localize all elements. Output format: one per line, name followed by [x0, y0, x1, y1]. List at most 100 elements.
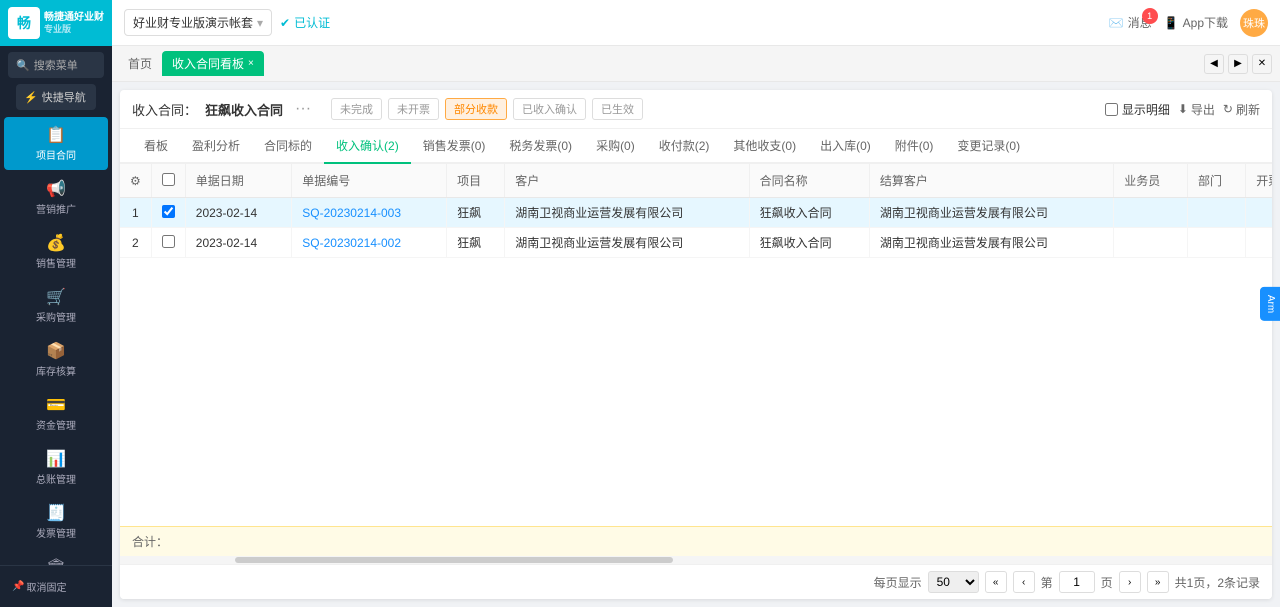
sidebar-item-marketing[interactable]: 📢 营销推广	[4, 171, 108, 224]
sidebar-item-invoice[interactable]: 🧾 发票管理	[4, 495, 108, 548]
tab-attachments[interactable]: 附件(0)	[883, 129, 946, 164]
col-salesperson: 业务员	[1114, 164, 1188, 198]
sidebar-item-inventory[interactable]: 📦 库存核算	[4, 333, 108, 386]
tab-sales-invoice[interactable]: 销售发票(0)	[411, 129, 498, 164]
tab-revenue-confirm[interactable]: 收入确认(2)	[324, 129, 411, 164]
content-panel: 收入合同： 狂飙收入合同 ··· 未完成 未开票 部分收款 已收入确认 已生效 …	[120, 90, 1272, 599]
header-right-actions: 显示明细 ⬇ 导出 ↻ 刷新	[1105, 101, 1260, 118]
show-detail-checkbox[interactable]: 显示明细	[1105, 101, 1170, 118]
status-uninvoiced[interactable]: 未开票	[388, 98, 439, 120]
table-row[interactable]: 1 2023-02-14 SQ-20230214-003 狂飙 湖南卫视商业运营…	[120, 198, 1272, 228]
tab-dashboard[interactable]: 看板	[132, 129, 180, 164]
avatar: 珠珠	[1240, 9, 1268, 37]
status-effective[interactable]: 已生效	[592, 98, 643, 120]
tab-change-log[interactable]: 变更记录(0)	[945, 129, 1032, 164]
row-2-checkbox	[151, 228, 185, 258]
row-2-code-link[interactable]: SQ-20230214-002	[302, 236, 401, 250]
company-selector[interactable]: 好业财专业版演示帐套 ▾	[124, 9, 272, 36]
col-contract-name: 合同名称	[749, 164, 869, 198]
user-profile[interactable]: 珠珠	[1240, 9, 1268, 37]
finance-icon: 💳	[46, 395, 66, 415]
total-label: 合计：	[132, 533, 168, 550]
sidebar-item-finance[interactable]: 💳 资金管理	[4, 387, 108, 440]
refresh-icon: ↻	[1223, 102, 1233, 116]
per-page-label: 每页显示	[874, 574, 922, 591]
page-label-end: 页	[1101, 574, 1113, 591]
row-1-invoice-date	[1246, 198, 1272, 228]
sidebar-nav: 📋 项目合同 📢 营销推广 💰 销售管理 🛒 采购管理 📦 库存核算 💳 资金管…	[0, 116, 112, 565]
contract-title-prefix: 收入合同：	[132, 100, 197, 119]
tab-close-button[interactable]: ✕	[1252, 54, 1272, 74]
inventory-icon: 📦	[46, 341, 66, 361]
close-tab-button[interactable]: ×	[248, 58, 254, 69]
tab-contract-subject[interactable]: 合同标的	[252, 129, 324, 164]
row-2-select[interactable]	[162, 235, 175, 248]
quick-nav-button[interactable]: ⚡ 快捷导航	[16, 84, 96, 110]
sidebar-search-area: 🔍 搜索菜单	[0, 46, 112, 80]
col-invoice-date: 开票日	[1246, 164, 1272, 198]
ledger-icon: 📊	[46, 449, 66, 469]
message-button[interactable]: ✉️ 消息 1	[1109, 14, 1152, 31]
sales-icon: 💰	[46, 233, 66, 253]
sidebar-item-project-contract[interactable]: 📋 项目合同	[4, 117, 108, 170]
show-detail-input[interactable]	[1105, 103, 1118, 116]
col-settings: ⚙	[120, 164, 151, 198]
purchase-icon: 🛒	[46, 287, 66, 307]
col-customer: 客户	[505, 164, 749, 198]
pin-icon: 📌	[12, 581, 24, 592]
horizontal-scrollbar[interactable]	[120, 556, 1272, 564]
tab-warehouse[interactable]: 出入库(0)	[808, 129, 883, 164]
col-project: 项目	[447, 164, 505, 198]
row-2-contract: 狂飙收入合同	[749, 228, 869, 258]
sidebar-item-tax[interactable]: 🏛 税务管理	[4, 549, 108, 565]
sidebar-item-unpin[interactable]: 📌 取消固定	[8, 571, 104, 602]
search-icon: 🔍	[16, 59, 30, 72]
row-1-salesperson	[1114, 198, 1188, 228]
more-actions-button[interactable]: ···	[291, 100, 315, 118]
sidebar-item-sales[interactable]: 💰 销售管理	[4, 225, 108, 278]
export-button[interactable]: ⬇ 导出	[1178, 101, 1215, 118]
prev-page-button[interactable]: ‹	[1013, 571, 1035, 593]
next-page-button[interactable]: ›	[1119, 571, 1141, 593]
certified-icon: ✔	[280, 16, 290, 30]
row-1-customer: 湖南卫视商业运营发展有限公司	[505, 198, 749, 228]
col-date: 单据日期	[185, 164, 292, 198]
app-logo: 畅 畅捷通好业财 专业版	[0, 0, 112, 46]
scrollbar-thumb[interactable]	[235, 557, 673, 563]
settings-icon[interactable]: ⚙	[130, 174, 141, 188]
tab-profit-analysis[interactable]: 盈利分析	[180, 129, 252, 164]
row-1-select[interactable]	[162, 205, 175, 218]
row-1-date: 2023-02-14	[185, 198, 292, 228]
status-revenue-confirmed[interactable]: 已收入确认	[513, 98, 586, 120]
tab-prev-button[interactable]: ◀	[1204, 54, 1224, 74]
quick-nav-area: ⚡ 快捷导航	[0, 80, 112, 116]
sidebar-item-purchase[interactable]: 🛒 采购管理	[4, 279, 108, 332]
row-1-billing-customer: 湖南卫视商业运营发展有限公司	[869, 198, 1113, 228]
status-uncompleted[interactable]: 未完成	[331, 98, 382, 120]
tab-tax-invoice[interactable]: 税务发票(0)	[497, 129, 584, 164]
last-page-button[interactable]: »	[1147, 571, 1169, 593]
tab-other-income[interactable]: 其他收支(0)	[721, 129, 808, 164]
first-page-button[interactable]: «	[985, 571, 1007, 593]
page-input[interactable]	[1059, 571, 1095, 593]
row-2-salesperson	[1114, 228, 1188, 258]
search-menu-button[interactable]: 🔍 搜索菜单	[8, 52, 104, 78]
home-tab[interactable]: 首页	[120, 51, 160, 76]
table-row[interactable]: 2 2023-02-14 SQ-20230214-002 狂飙 湖南卫视商业运营…	[120, 228, 1272, 258]
row-1-code-link[interactable]: SQ-20230214-003	[302, 206, 401, 220]
row-1-project: 狂飙	[447, 198, 505, 228]
app-download-button[interactable]: 📱 App下载	[1164, 14, 1228, 31]
per-page-select[interactable]: 10 20 50 100	[928, 571, 979, 593]
sidebar-item-ledger[interactable]: 📊 总账管理	[4, 441, 108, 494]
refresh-button[interactable]: ↻ 刷新	[1223, 101, 1260, 118]
tab-next-button[interactable]: ▶	[1228, 54, 1248, 74]
arm-float-button[interactable]: Arm	[1260, 286, 1280, 320]
status-partial-payment[interactable]: 部分收款	[445, 98, 507, 120]
contract-board-tab[interactable]: 收入合同看板 ×	[162, 51, 264, 76]
pagination-bar: 每页显示 10 20 50 100 « ‹ 第 页 › » 共1页，2条记录	[120, 564, 1272, 599]
tab-purchase[interactable]: 采购(0)	[584, 129, 647, 164]
row-2-project: 狂飙	[447, 228, 505, 258]
row-2-customer: 湖南卫视商业运营发展有限公司	[505, 228, 749, 258]
tab-payment[interactable]: 收付款(2)	[647, 129, 722, 164]
select-all-checkbox[interactable]	[162, 173, 175, 186]
